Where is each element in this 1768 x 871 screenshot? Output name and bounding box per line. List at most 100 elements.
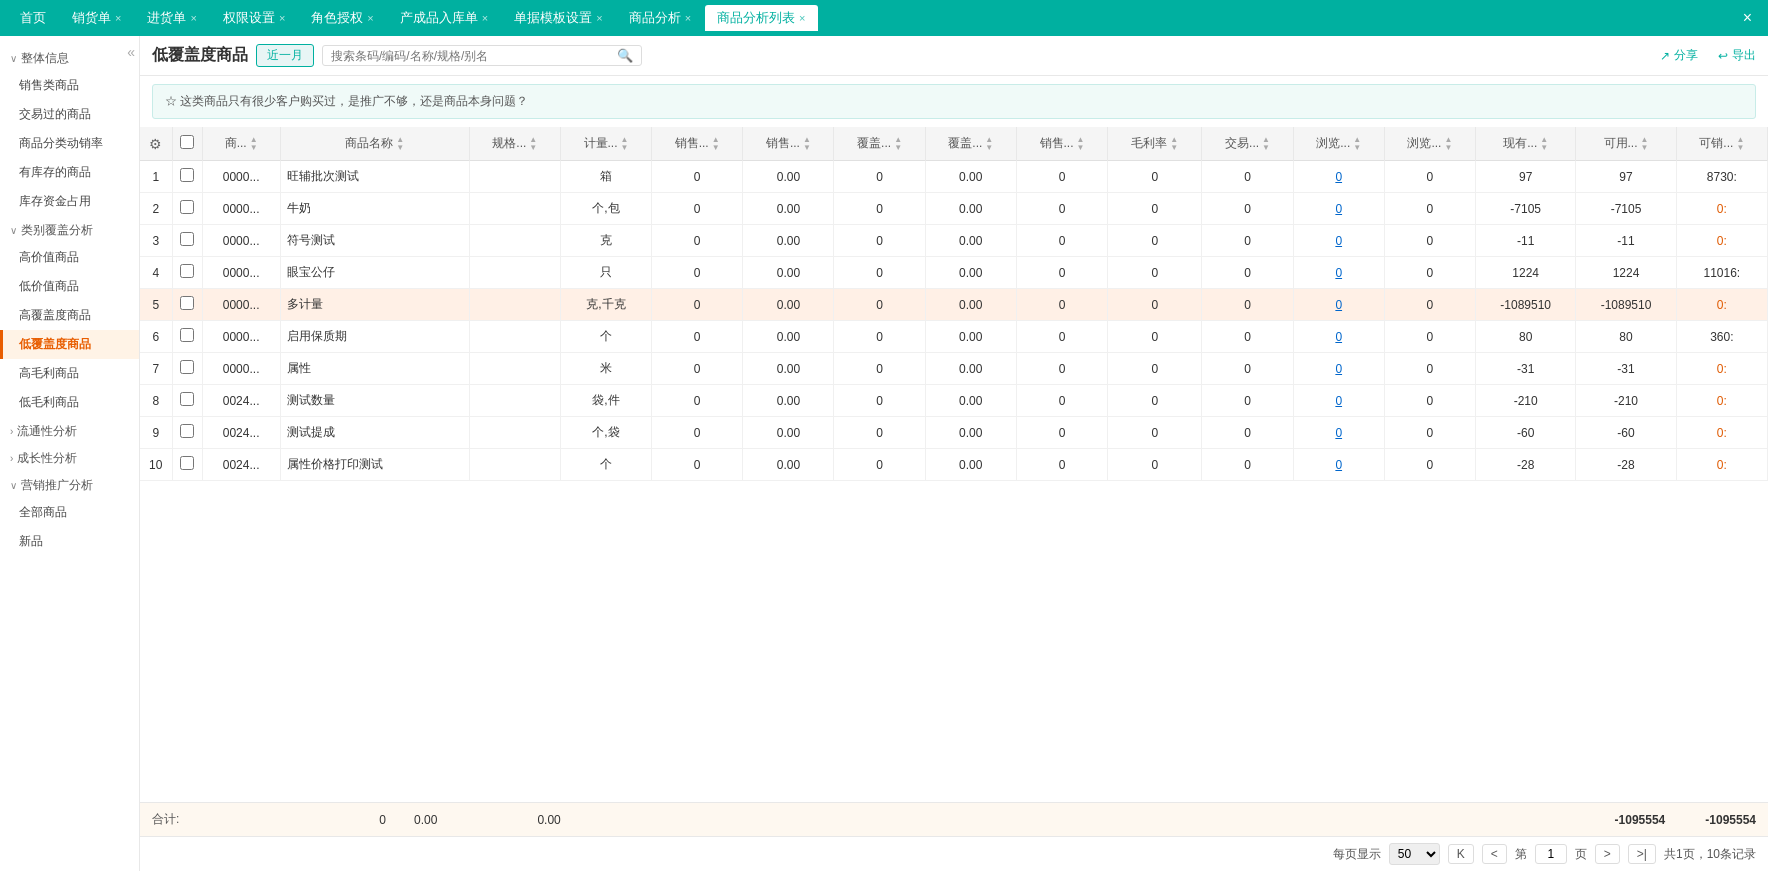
row-checkbox[interactable] (172, 449, 202, 481)
sort-unit[interactable]: ▲▼ (621, 136, 629, 152)
sidebar-item-sales-products[interactable]: 销售类商品 (0, 71, 139, 100)
row-browse1[interactable]: 0 (1293, 193, 1384, 225)
nav-product-analysis-close[interactable]: × (685, 12, 691, 24)
row-browse1[interactable]: 0 (1293, 321, 1384, 353)
sidebar-item-high-coverage[interactable]: 高覆盖度商品 (0, 301, 139, 330)
nav-product-analysis-list[interactable]: 商品分析列表 × (705, 5, 817, 31)
sort-sales-count[interactable]: ▲▼ (712, 136, 720, 152)
col-browse1[interactable]: 浏览... ▲▼ (1293, 127, 1384, 161)
row-checkbox[interactable] (172, 225, 202, 257)
sidebar-section-coverage[interactable]: ∨ 类别覆盖分析 (0, 216, 139, 243)
row-checkbox[interactable] (172, 417, 202, 449)
sort-code[interactable]: ▲▼ (250, 136, 258, 152)
col-transactions[interactable]: 交易... ▲▼ (1202, 127, 1293, 161)
row-checkbox[interactable] (172, 321, 202, 353)
sort-coverage1[interactable]: ▲▼ (894, 136, 902, 152)
sort-name[interactable]: ▲▼ (396, 136, 404, 152)
col-settings[interactable]: ⚙ (140, 127, 172, 161)
nav-template-settings-close[interactable]: × (596, 12, 602, 24)
col-name[interactable]: 商品名称 ▲▼ (280, 127, 469, 161)
sort-spec[interactable]: ▲▼ (529, 136, 537, 152)
sort-available-stock[interactable]: ▲▼ (1641, 136, 1649, 152)
sidebar-item-traded-products[interactable]: 交易过的商品 (0, 100, 139, 129)
col-available-stock[interactable]: 可用... ▲▼ (1576, 127, 1676, 161)
sort-salable-stock[interactable]: ▲▼ (1736, 136, 1744, 152)
col-checkbox[interactable] (172, 127, 202, 161)
search-input[interactable] (331, 49, 613, 63)
row-checkbox[interactable] (172, 161, 202, 193)
prev-page-button[interactable]: < (1482, 844, 1507, 864)
sort-gross-margin[interactable]: ▲▼ (1170, 136, 1178, 152)
sidebar-item-new-products[interactable]: 新品 (0, 527, 139, 556)
sort-coverage2[interactable]: ▲▼ (985, 136, 993, 152)
nav-product-analysis-list-close[interactable]: × (799, 12, 805, 24)
col-salable-stock[interactable]: 可销... ▲▼ (1676, 127, 1767, 161)
sidebar-section-overall[interactable]: ∨ 整体信息 (0, 44, 139, 71)
page-number-input[interactable] (1535, 844, 1567, 864)
col-sales-count[interactable]: 销售... ▲▼ (652, 127, 743, 161)
sidebar-item-stocked-products[interactable]: 有库存的商品 (0, 158, 139, 187)
nav-sales-close[interactable]: × (115, 12, 121, 24)
nav-product-storage[interactable]: 产成品入库单 × (388, 5, 500, 31)
settings-icon[interactable]: ⚙ (149, 136, 162, 152)
col-browse2[interactable]: 浏览... ▲▼ (1384, 127, 1475, 161)
sidebar-item-high-value[interactable]: 高价值商品 (0, 243, 139, 272)
row-browse1[interactable]: 0 (1293, 289, 1384, 321)
window-close-button[interactable]: × (1735, 9, 1760, 27)
sort-browse2[interactable]: ▲▼ (1444, 136, 1452, 152)
time-filter-button[interactable]: 近一月 (256, 44, 314, 67)
next-page-button[interactable]: > (1595, 844, 1620, 864)
row-checkbox[interactable] (172, 385, 202, 417)
row-browse1[interactable]: 0 (1293, 353, 1384, 385)
sidebar-item-product-activation-rate[interactable]: 商品分类动销率 (0, 129, 139, 158)
col-coverage1[interactable]: 覆盖... ▲▼ (834, 127, 925, 161)
nav-permissions[interactable]: 权限设置 × (211, 5, 297, 31)
row-browse1[interactable]: 0 (1293, 449, 1384, 481)
sidebar-item-low-value[interactable]: 低价值商品 (0, 272, 139, 301)
col-unit[interactable]: 计量... ▲▼ (560, 127, 651, 161)
nav-roles[interactable]: 角色授权 × (299, 5, 385, 31)
first-page-button[interactable]: K (1448, 844, 1474, 864)
sort-sales-days[interactable]: ▲▼ (1077, 136, 1085, 152)
row-browse1[interactable]: 0 (1293, 225, 1384, 257)
row-checkbox[interactable] (172, 193, 202, 225)
row-browse1[interactable]: 0 (1293, 417, 1384, 449)
sort-transactions[interactable]: ▲▼ (1262, 136, 1270, 152)
export-button[interactable]: ↩ 导出 (1718, 47, 1756, 64)
sidebar-item-low-margin[interactable]: 低毛利商品 (0, 388, 139, 417)
col-spec[interactable]: 规格... ▲▼ (469, 127, 560, 161)
sidebar-item-low-coverage[interactable]: 低覆盖度商品 (0, 330, 139, 359)
sidebar-item-high-margin[interactable]: 高毛利商品 (0, 359, 139, 388)
nav-template-settings[interactable]: 单据模板设置 × (502, 5, 614, 31)
last-page-button[interactable]: >| (1628, 844, 1656, 864)
nav-home[interactable]: 首页 (8, 5, 58, 31)
col-gross-margin[interactable]: 毛利率 ▲▼ (1108, 127, 1202, 161)
row-checkbox[interactable] (172, 353, 202, 385)
sidebar-section-circulation[interactable]: › 流通性分析 (0, 417, 139, 444)
sort-sales-amount[interactable]: ▲▼ (803, 136, 811, 152)
row-browse1[interactable]: 0 (1293, 161, 1384, 193)
nav-purchase-close[interactable]: × (190, 12, 196, 24)
row-checkbox[interactable] (172, 257, 202, 289)
sort-browse1[interactable]: ▲▼ (1353, 136, 1361, 152)
nav-purchase[interactable]: 进货单 × (135, 5, 208, 31)
search-icon[interactable]: 🔍 (617, 48, 633, 63)
col-current-stock[interactable]: 现有... ▲▼ (1476, 127, 1576, 161)
nav-permissions-close[interactable]: × (279, 12, 285, 24)
sidebar-section-marketing[interactable]: ∨ 营销推广分析 (0, 471, 139, 498)
share-button[interactable]: ↗ 分享 (1660, 47, 1698, 64)
col-code[interactable]: 商... ▲▼ (202, 127, 280, 161)
col-coverage2[interactable]: 覆盖... ▲▼ (925, 127, 1016, 161)
row-browse1[interactable]: 0 (1293, 385, 1384, 417)
row-checkbox[interactable] (172, 289, 202, 321)
col-sales-amount[interactable]: 销售... ▲▼ (743, 127, 834, 161)
nav-sales[interactable]: 销货单 × (60, 5, 133, 31)
sort-current-stock[interactable]: ▲▼ (1540, 136, 1548, 152)
nav-roles-close[interactable]: × (367, 12, 373, 24)
row-browse1[interactable]: 0 (1293, 257, 1384, 289)
nav-product-storage-close[interactable]: × (482, 12, 488, 24)
sidebar-item-all-products[interactable]: 全部商品 (0, 498, 139, 527)
sidebar-section-growth[interactable]: › 成长性分析 (0, 444, 139, 471)
sidebar-item-inventory-capital[interactable]: 库存资金占用 (0, 187, 139, 216)
col-sales-days[interactable]: 销售... ▲▼ (1016, 127, 1107, 161)
